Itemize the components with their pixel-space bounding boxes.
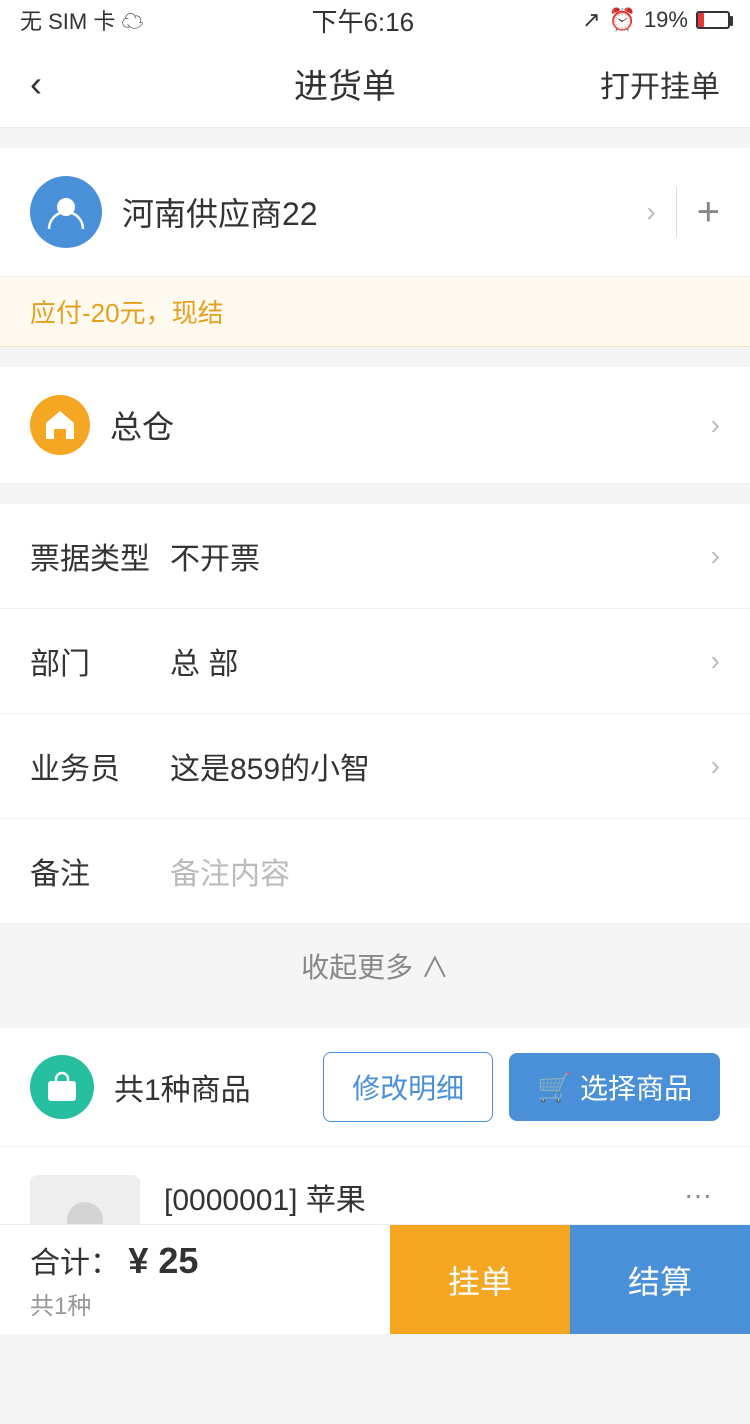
hang-button[interactable]: 挂单 [390, 1225, 570, 1334]
salesperson-value: 这是859的小智 [150, 744, 711, 788]
status-bar: 无 SIM 卡 ☁ 下午6:16 ↗ ⏰ 19% [0, 0, 750, 40]
alarm-icon: ⏰ [609, 7, 636, 33]
notice-banner: 应付-20元，现结 [0, 277, 750, 347]
warehouse-row[interactable]: 总仓 › [0, 367, 750, 484]
section-gap-4 [0, 1008, 750, 1028]
total-amount-row: 合计： ¥ 25 [30, 1238, 360, 1282]
warehouse-icon [30, 395, 90, 455]
open-pending-button[interactable]: 打开挂单 [600, 62, 720, 106]
modify-detail-button[interactable]: 修改明细 [323, 1052, 493, 1122]
user-icon [45, 191, 87, 233]
supplier-name: 河南供应商22 [122, 189, 646, 235]
product-code: [0000001] [164, 1184, 297, 1217]
ticket-type-value: 不开票 [150, 534, 711, 578]
home-icon [42, 407, 78, 443]
product-icon [30, 1055, 94, 1119]
nav-bar: ‹ 进货单 打开挂单 [0, 40, 750, 128]
product-name: [0000001] 苹果 [164, 1175, 676, 1219]
add-supplier-button[interactable]: + [697, 190, 720, 235]
status-bar-right: ↗ ⏰ 19% [582, 7, 730, 33]
remark-label: 备注 [30, 849, 150, 893]
shopping-bag-icon [44, 1069, 80, 1105]
salesperson-row[interactable]: 业务员 这是859的小智 › [0, 714, 750, 819]
section-gap-1 [0, 128, 750, 148]
warehouse-name: 总仓 [110, 402, 711, 448]
total-label: 合计： [30, 1247, 120, 1280]
battery-icon [696, 11, 730, 29]
page-title: 进货单 [294, 59, 396, 108]
department-label: 部门 [30, 639, 150, 683]
salesperson-label: 业务员 [30, 744, 150, 788]
section-gap-2 [0, 347, 750, 367]
ticket-type-label: 票据类型 [30, 534, 150, 578]
sim-status: 无 SIM 卡 ☁ [20, 4, 143, 36]
battery-label: 19% [644, 7, 688, 33]
supplier-card: 河南供应商22 › + 应付-20元，现结 [0, 148, 750, 347]
supplier-arrow-icon: › [646, 196, 655, 228]
supplier-row[interactable]: 河南供应商22 › + [0, 148, 750, 277]
remark-input[interactable]: 备注内容 [150, 849, 720, 893]
department-arrow-icon: › [711, 645, 720, 677]
department-row[interactable]: 部门 总 部 › [0, 609, 750, 714]
bottom-bar: 合计： ¥ 25 共1种 挂单 结算 [0, 1224, 750, 1334]
department-value: 总 部 [150, 639, 711, 683]
settle-button[interactable]: 结算 [570, 1225, 750, 1334]
total-count: 共1种 [30, 1286, 360, 1321]
remark-row[interactable]: 备注 备注内容 [0, 819, 750, 924]
salesperson-arrow-icon: › [711, 750, 720, 782]
ticket-type-arrow-icon: › [711, 540, 720, 572]
ticket-type-row[interactable]: 票据类型 不开票 › [0, 504, 750, 609]
product-header: 共1种商品 修改明细 🛒 选择商品 [0, 1028, 750, 1147]
product-more-button[interactable]: ··· [676, 1175, 720, 1215]
section-gap-3 [0, 484, 750, 504]
select-product-label: 选择商品 [580, 1067, 692, 1107]
warehouse-card: 总仓 › [0, 367, 750, 484]
status-time: 下午6:16 [311, 2, 414, 39]
select-product-button[interactable]: 🛒 选择商品 [509, 1053, 720, 1121]
collapse-button[interactable]: 收起更多 ∧ [0, 924, 750, 1008]
status-bar-left: 无 SIM 卡 ☁ [20, 4, 143, 36]
divider [676, 187, 677, 237]
info-fields-card: 票据类型 不开票 › 部门 总 部 › 业务员 这是859的小智 › 备注 备注… [0, 504, 750, 924]
warehouse-arrow-icon: › [711, 409, 720, 441]
cart-icon: 🛒 [537, 1071, 572, 1104]
total-amount: ¥ 25 [128, 1240, 198, 1281]
location-icon: ↗ [582, 7, 600, 33]
bottom-total: 合计： ¥ 25 共1种 [0, 1225, 390, 1334]
product-count: 共1种商品 [114, 1065, 323, 1109]
back-button[interactable]: ‹ [30, 63, 90, 105]
supplier-avatar [30, 176, 102, 248]
product-title-name: 苹果 [306, 1184, 366, 1217]
